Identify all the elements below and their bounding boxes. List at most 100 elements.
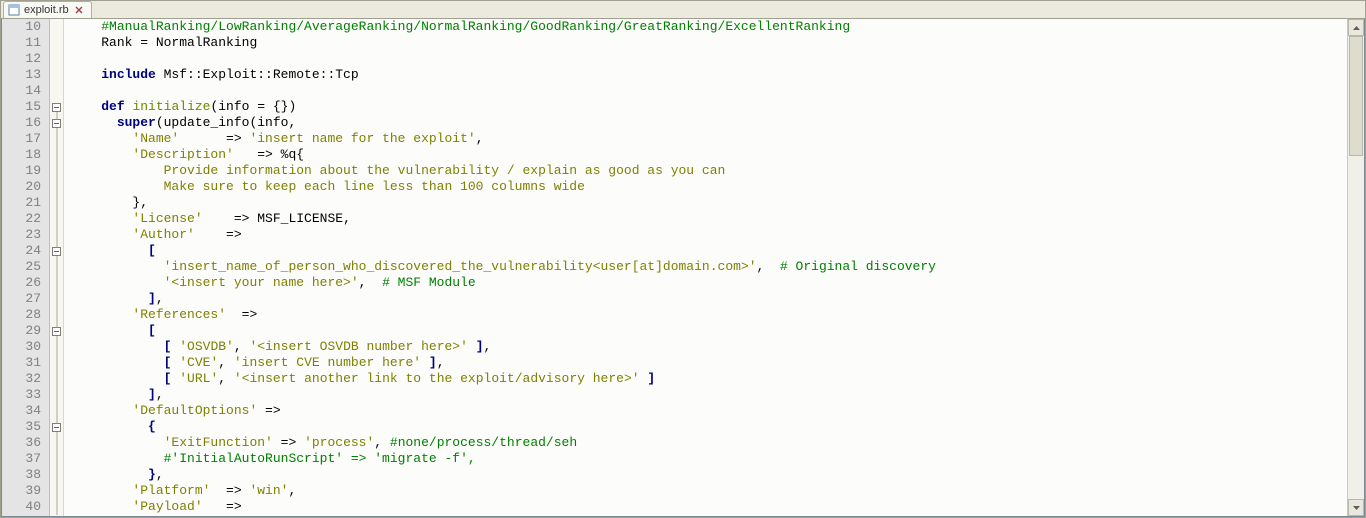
fold-marker — [50, 83, 63, 99]
line-number: 14 — [2, 83, 41, 99]
fold-marker — [50, 435, 63, 451]
code-line: ], — [70, 387, 1347, 403]
fold-marker — [50, 195, 63, 211]
vertical-scrollbar[interactable] — [1347, 19, 1364, 516]
file-tab[interactable]: exploit.rb — [3, 1, 92, 18]
code-line — [70, 51, 1347, 67]
code-line: [ 'OSVDB', '<insert OSVDB number here>' … — [70, 339, 1347, 355]
code-line: def initialize(info = {}) — [70, 99, 1347, 115]
fold-marker — [50, 403, 63, 419]
line-number: 19 — [2, 163, 41, 179]
code-line: Rank = NormalRanking — [70, 35, 1347, 51]
fold-marker — [50, 307, 63, 323]
fold-marker — [50, 355, 63, 371]
code-line: 'DefaultOptions' => — [70, 403, 1347, 419]
editor-window: exploit.rb 10111213141516171819202122232… — [0, 0, 1366, 518]
file-tab-label: exploit.rb — [24, 4, 69, 16]
code-line: [ 'URL', '<insert another link to the ex… — [70, 371, 1347, 387]
line-number: 16 — [2, 115, 41, 131]
line-number: 24 — [2, 243, 41, 259]
fold-marker — [50, 291, 63, 307]
fold-marker — [50, 227, 63, 243]
line-number: 35 — [2, 419, 41, 435]
line-number: 40 — [2, 499, 41, 515]
fold-marker[interactable] — [50, 115, 63, 131]
line-number: 21 — [2, 195, 41, 211]
tab-bar: exploit.rb — [1, 1, 1365, 19]
fold-marker[interactable] — [50, 419, 63, 435]
fold-marker — [50, 147, 63, 163]
fold-marker — [50, 275, 63, 291]
scroll-down-button[interactable] — [1348, 499, 1364, 516]
fold-marker — [50, 163, 63, 179]
line-number: 22 — [2, 211, 41, 227]
code-line: 'Platform' => 'win', — [70, 483, 1347, 499]
code-line: 'insert_name_of_person_who_discovered_th… — [70, 259, 1347, 275]
fold-marker — [50, 371, 63, 387]
scroll-up-button[interactable] — [1348, 19, 1364, 36]
line-number: 30 — [2, 339, 41, 355]
fold-marker — [50, 467, 63, 483]
fold-marker — [50, 339, 63, 355]
ruby-file-icon — [8, 4, 20, 16]
line-number: 37 — [2, 451, 41, 467]
fold-marker — [50, 259, 63, 275]
code-line: }, — [70, 467, 1347, 483]
code-line: #'InitialAutoRunScript' => 'migrate -f', — [70, 451, 1347, 467]
editor-area: 1011121314151617181920212223242526272829… — [1, 19, 1365, 517]
line-number: 36 — [2, 435, 41, 451]
fold-marker — [50, 19, 63, 35]
line-number: 18 — [2, 147, 41, 163]
line-number: 25 — [2, 259, 41, 275]
code-line — [70, 83, 1347, 99]
line-number-gutter: 1011121314151617181920212223242526272829… — [2, 19, 50, 516]
line-number: 15 — [2, 99, 41, 115]
code-line: 'License' => MSF_LICENSE, — [70, 211, 1347, 227]
fold-marker[interactable] — [50, 99, 63, 115]
fold-marker — [50, 67, 63, 83]
fold-marker — [50, 387, 63, 403]
code-line: { — [70, 419, 1347, 435]
line-number: 29 — [2, 323, 41, 339]
code-line: Provide information about the vulnerabil… — [70, 163, 1347, 179]
close-icon[interactable] — [73, 4, 85, 16]
line-number: 23 — [2, 227, 41, 243]
line-number: 17 — [2, 131, 41, 147]
fold-marker[interactable] — [50, 323, 63, 339]
line-number: 12 — [2, 51, 41, 67]
fold-marker — [50, 179, 63, 195]
code-line: 'Description' => %q{ — [70, 147, 1347, 163]
fold-marker — [50, 451, 63, 467]
code-line: [ — [70, 323, 1347, 339]
scroll-track[interactable] — [1348, 36, 1364, 499]
code-line: [ 'CVE', 'insert CVE number here' ], — [70, 355, 1347, 371]
fold-marker — [50, 499, 63, 515]
code-line: }, — [70, 195, 1347, 211]
line-number: 39 — [2, 483, 41, 499]
line-number: 31 — [2, 355, 41, 371]
code-line: [ — [70, 243, 1347, 259]
line-number: 32 — [2, 371, 41, 387]
code-line: 'Name' => 'insert name for the exploit', — [70, 131, 1347, 147]
fold-marker — [50, 51, 63, 67]
fold-marker — [50, 483, 63, 499]
line-number: 33 — [2, 387, 41, 403]
fold-column — [50, 19, 64, 516]
fold-marker — [50, 35, 63, 51]
line-number: 10 — [2, 19, 41, 35]
line-number: 28 — [2, 307, 41, 323]
fold-marker[interactable] — [50, 243, 63, 259]
code-line: #ManualRanking/LowRanking/AverageRanking… — [70, 19, 1347, 35]
code-content[interactable]: #ManualRanking/LowRanking/AverageRanking… — [64, 19, 1347, 516]
line-number: 20 — [2, 179, 41, 195]
line-number: 38 — [2, 467, 41, 483]
scroll-thumb[interactable] — [1349, 36, 1363, 156]
fold-marker — [50, 131, 63, 147]
fold-marker — [50, 211, 63, 227]
line-number: 34 — [2, 403, 41, 419]
code-line: 'Payload' => — [70, 499, 1347, 515]
code-line: Make sure to keep each line less than 10… — [70, 179, 1347, 195]
code-line: super(update_info(info, — [70, 115, 1347, 131]
line-number: 13 — [2, 67, 41, 83]
line-number: 11 — [2, 35, 41, 51]
